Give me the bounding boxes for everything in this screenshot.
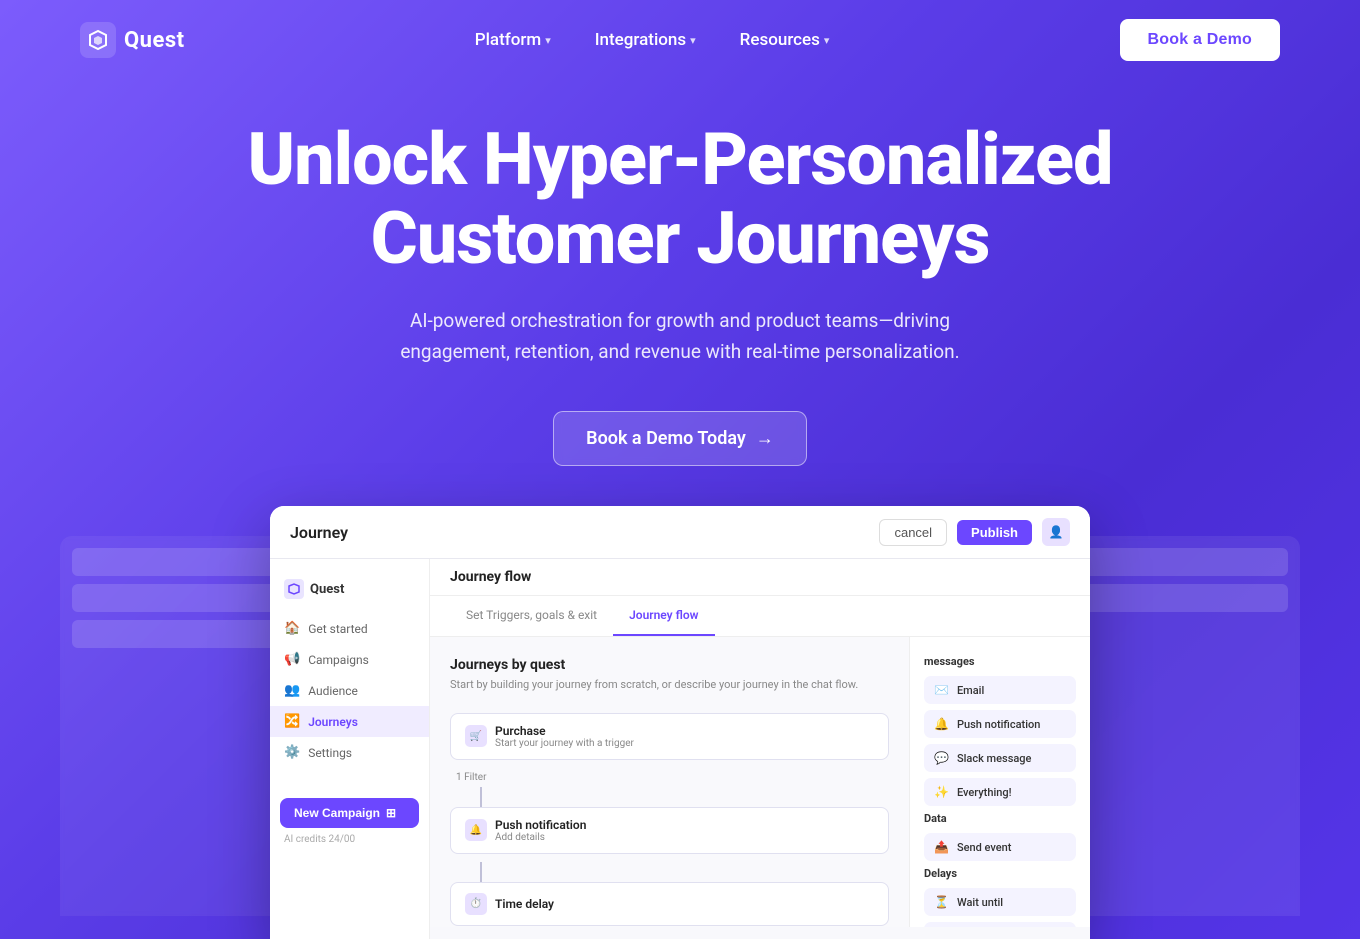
delays-section-title: Delays	[924, 867, 1076, 880]
logo-text: Quest	[124, 28, 185, 53]
new-campaign-button[interactable]: New Campaign ⊞	[280, 798, 419, 828]
app-topbar-right: cancel Publish 👤	[879, 518, 1070, 546]
push-icon: 🔔	[465, 819, 487, 841]
settings-icon: ⚙️	[284, 745, 300, 760]
hero-section: Quest Platform ▾ Integrations ▾ Resource…	[0, 0, 1360, 939]
node-subtitle: Start your journey with a trigger	[495, 738, 634, 749]
tab-flow[interactable]: Journey flow	[613, 596, 714, 636]
journeys-icon: 🔀	[284, 714, 300, 729]
send-icon: 📤	[934, 840, 949, 854]
comp-push[interactable]: 🔔 Push notification	[924, 710, 1076, 738]
nav-platform[interactable]: Platform ▾	[457, 22, 569, 58]
wait-icon: ⏳	[934, 895, 949, 909]
node-connector	[480, 787, 482, 807]
hero-title: Unlock Hyper-Personalized Customer Journ…	[40, 120, 1320, 278]
app-publish-button[interactable]: Publish	[957, 520, 1032, 545]
chevron-down-icon: ▾	[824, 34, 830, 47]
email-icon: ✉️	[934, 683, 949, 697]
app-cancel-button[interactable]: cancel	[879, 519, 947, 546]
slack-icon: 💬	[934, 751, 949, 765]
quest-logo-icon	[80, 22, 116, 58]
nav-book-demo-button[interactable]: Book a Demo	[1120, 19, 1280, 61]
sidebar-item-get-started[interactable]: 🏠 Get started	[270, 613, 429, 644]
app-sidebar: Quest 🏠 Get started 📢 Campaigns 👥 Audien…	[270, 559, 430, 939]
node-title: Purchase	[495, 724, 634, 738]
journey-builder: Journeys by quest Start by building your…	[430, 637, 910, 927]
journey-node-push: 🔔 Push notification Add details	[450, 807, 889, 854]
comp-everything[interactable]: ✨ Everything!	[924, 778, 1076, 806]
node-subtitle: Add details	[495, 832, 586, 843]
purchase-icon: 🛒	[465, 725, 487, 747]
sidebar-item-audience[interactable]: 👥 Audience	[270, 675, 429, 706]
app-sidebar-logo-icon	[284, 579, 304, 599]
journey-node-delay: ⏱️ Time delay	[450, 882, 889, 926]
app-topbar: Journey cancel Publish 👤	[270, 506, 1090, 559]
sidebar-item-journeys[interactable]: 🔀 Journeys	[270, 706, 429, 737]
builder-title: Journeys by quest	[450, 657, 889, 673]
arrow-right-icon: →	[756, 428, 774, 449]
sidebar-item-campaigns[interactable]: 📢 Campaigns	[270, 644, 429, 675]
sparkle-icon: ✨	[934, 785, 949, 799]
plus-icon: ⊞	[386, 806, 396, 820]
chevron-down-icon: ▾	[690, 34, 696, 47]
app-sidebar-logo: Quest	[270, 571, 429, 613]
journey-flow-content: Journeys by quest Start by building your…	[430, 637, 1090, 927]
app-main-content: Journey flow Set Triggers, goals & exit …	[430, 559, 1090, 939]
node-connector	[480, 862, 482, 882]
builder-subtitle: Start by building your journey from scra…	[450, 677, 889, 692]
comp-time-delay[interactable]: ⏱️ Time delay	[924, 922, 1076, 927]
side-panel-left	[60, 536, 290, 916]
comp-send-event[interactable]: 📤 Send event	[924, 833, 1076, 861]
messages-section-title: messages	[924, 655, 1076, 668]
node-title: Time delay	[495, 897, 554, 911]
delay-icon: ⏱️	[465, 893, 487, 915]
comp-slack[interactable]: 💬 Slack message	[924, 744, 1076, 772]
audience-icon: 👥	[284, 683, 300, 698]
hero-content: Unlock Hyper-Personalized Customer Journ…	[0, 80, 1360, 466]
journey-section-title: Journey flow	[430, 559, 1090, 596]
hero-cta-button[interactable]: Book a Demo Today →	[553, 411, 807, 466]
nav-resources[interactable]: Resources ▾	[722, 22, 848, 58]
dashboard-preview: Journey cancel Publish 👤 Quest	[0, 506, 1360, 939]
filter-badge: 1 Filter	[456, 768, 889, 787]
comp-wait-until[interactable]: ⏳ Wait until	[924, 888, 1076, 916]
ai-credits-display: AI credits 24/00	[270, 828, 429, 851]
tab-triggers[interactable]: Set Triggers, goals & exit	[450, 596, 613, 636]
components-panel: messages ✉️ Email 🔔 Push notification 💬	[910, 637, 1090, 927]
logo: Quest	[80, 22, 185, 58]
app-avatar: 👤	[1042, 518, 1070, 546]
chevron-down-icon: ▾	[545, 34, 551, 47]
side-panel-right	[1070, 536, 1300, 916]
home-icon: 🏠	[284, 621, 300, 636]
hero-subtitle: AI-powered orchestration for growth and …	[380, 306, 980, 367]
app-journey-title: Journey	[290, 523, 348, 542]
nav-integrations[interactable]: Integrations ▾	[577, 22, 714, 58]
data-section-title: Data	[924, 812, 1076, 825]
sidebar-item-settings[interactable]: ⚙️ Settings	[270, 737, 429, 768]
app-layout: Quest 🏠 Get started 📢 Campaigns 👥 Audien…	[270, 559, 1090, 939]
comp-email[interactable]: ✉️ Email	[924, 676, 1076, 704]
journey-tabs: Set Triggers, goals & exit Journey flow	[430, 596, 1090, 637]
navbar: Quest Platform ▾ Integrations ▾ Resource…	[0, 0, 1360, 80]
nav-links: Platform ▾ Integrations ▾ Resources ▾	[457, 22, 848, 58]
bell-icon: 🔔	[934, 717, 949, 731]
app-sidebar-logo-text: Quest	[310, 582, 344, 597]
node-title: Push notification	[495, 818, 586, 832]
journey-node-purchase: 🛒 Purchase Start your journey with a tri…	[450, 713, 889, 760]
campaigns-icon: 📢	[284, 652, 300, 667]
main-dashboard: Journey cancel Publish 👤 Quest	[270, 506, 1090, 939]
